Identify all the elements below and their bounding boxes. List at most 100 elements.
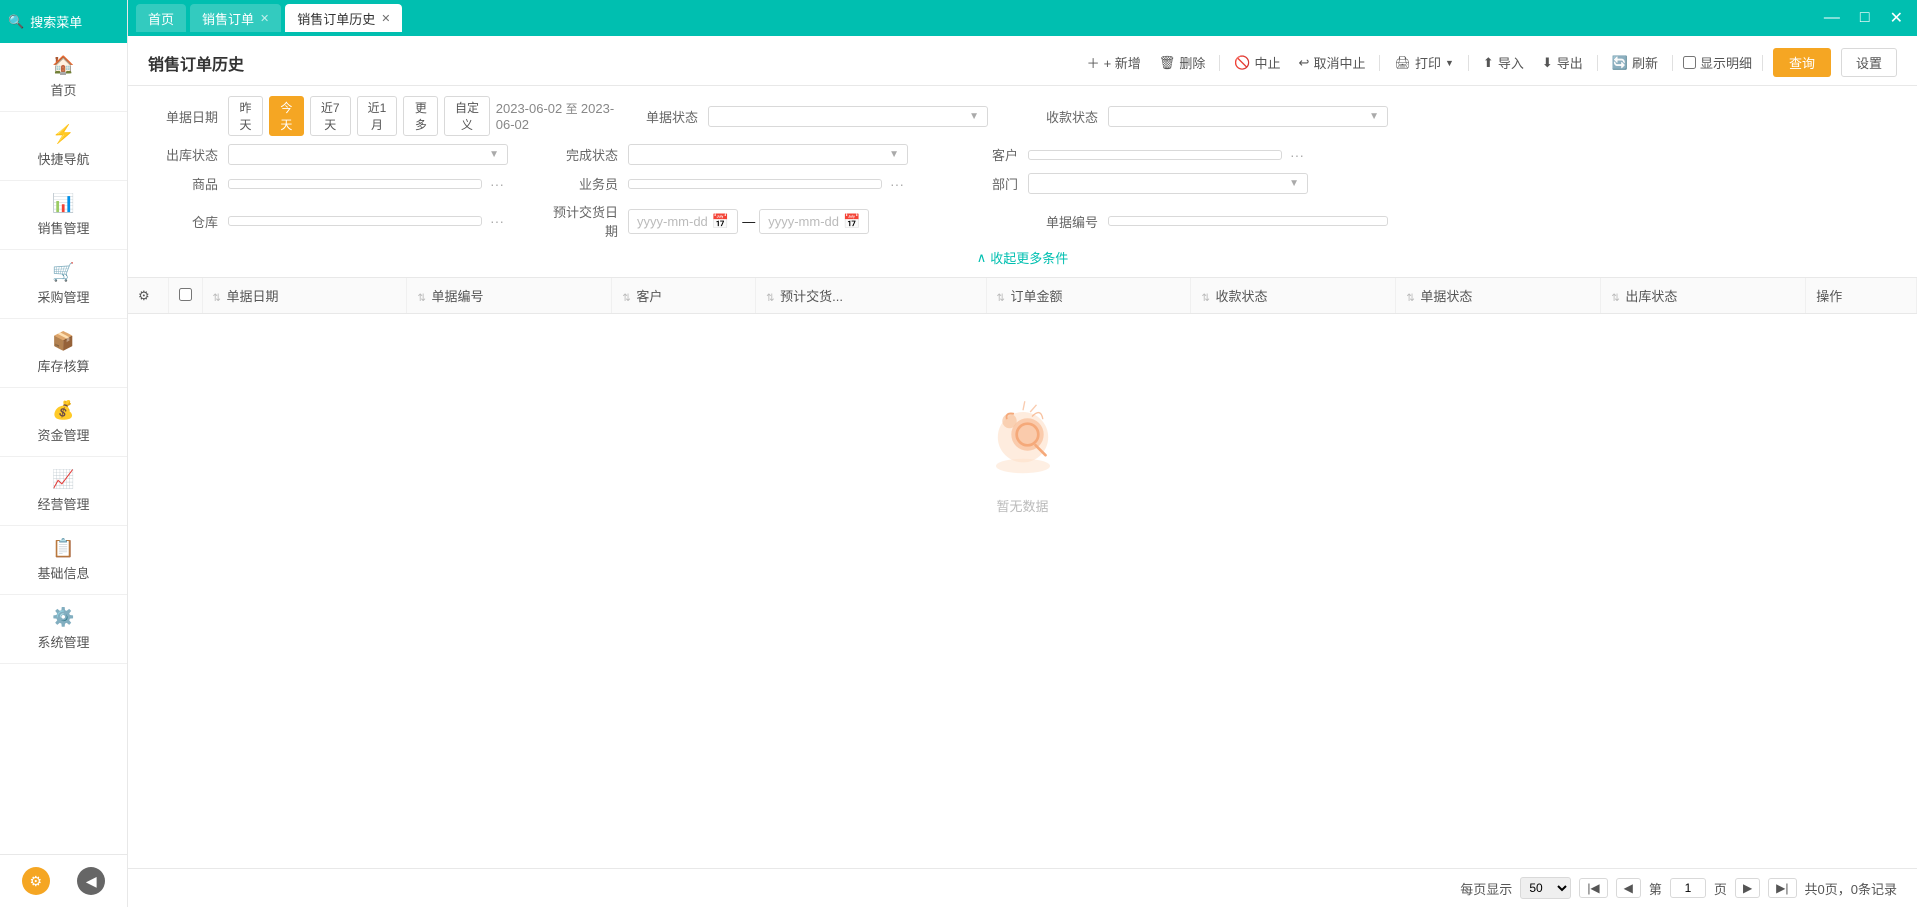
- order-number-input[interactable]: [1108, 216, 1388, 226]
- th-number[interactable]: ⇅ 单据编号: [407, 278, 612, 314]
- outbound-status-select[interactable]: ▼: [228, 144, 508, 165]
- date-yesterday-btn[interactable]: 昨天: [228, 96, 263, 136]
- import-button[interactable]: ⬆ 导入: [1479, 51, 1528, 74]
- print-icon: 🖨: [1394, 55, 1411, 71]
- display-toggle[interactable]: 显示明细: [1683, 53, 1752, 72]
- th-payment-label: 收款状态: [1215, 289, 1267, 304]
- table-area: ⚙ ⇅ 单据日期 ⇅ 单据编号 ⇅ 客户: [128, 278, 1917, 868]
- import-label: 导入: [1498, 53, 1524, 72]
- tab-sales-order-history-close[interactable]: ✕: [381, 12, 390, 25]
- first-page-btn[interactable]: |◀: [1579, 878, 1607, 898]
- collapse-more-btn[interactable]: ∧ 收起更多条件: [148, 248, 1897, 267]
- page-unit: 页: [1714, 879, 1727, 898]
- sort-icon-date: ⇅: [213, 293, 221, 304]
- sort-icon-number: ⇅: [417, 293, 425, 304]
- product-label: 商品: [148, 174, 228, 193]
- collapse-up-icon: ∧: [977, 250, 987, 266]
- payment-status-select[interactable]: ▼: [1108, 106, 1388, 127]
- th-amount[interactable]: ⇅ 订单金额: [986, 278, 1191, 314]
- cancel-stop-icon: ↩: [1299, 55, 1310, 71]
- sidebar-item-finance[interactable]: 💰 资金管理: [0, 388, 127, 457]
- sidebar-item-home[interactable]: 🏠 首页: [0, 43, 127, 112]
- stop-button[interactable]: 🚫 中止: [1230, 51, 1284, 74]
- date-custom-btn[interactable]: 自定义: [444, 96, 489, 136]
- print-button[interactable]: 🖨 打印 ▼: [1390, 51, 1457, 74]
- sidebar-search[interactable]: 🔍 搜索菜单: [0, 0, 127, 43]
- warehouse-input[interactable]: [228, 216, 482, 226]
- order-status-chevron: ▼: [969, 111, 979, 122]
- display-toggle-checkbox[interactable]: [1683, 56, 1696, 69]
- main-area: 首页 销售订单 ✕ 销售订单历史 ✕ — □ ✕ 销售订单历史 ＋ + 新增: [128, 0, 1917, 907]
- per-page-select[interactable]: 50 10 20 100: [1520, 877, 1571, 899]
- new-button[interactable]: ＋ + 新增: [1083, 51, 1145, 74]
- sidebar-settings-btn[interactable]: ⚙: [22, 867, 50, 895]
- sales-icon: 📊: [52, 193, 74, 214]
- order-number-label: 单据编号: [1028, 212, 1108, 231]
- export-button[interactable]: ⬇ 导出: [1538, 51, 1587, 74]
- th-order-status[interactable]: ⇅ 单据状态: [1396, 278, 1601, 314]
- date-1month-btn[interactable]: 近1月: [357, 96, 398, 136]
- filter-area: 单据日期 昨天 今天 近7天 近1月 更多 自定义 2023-06-02 至 2…: [128, 86, 1917, 278]
- order-status-select[interactable]: ▼: [708, 106, 988, 127]
- refresh-button[interactable]: 🔄 刷新: [1608, 51, 1662, 74]
- th-payment-status[interactable]: ⇅ 收款状态: [1191, 278, 1396, 314]
- toolbar-divider6: [1762, 55, 1763, 71]
- window-maximize-btn[interactable]: □: [1854, 7, 1876, 29]
- salesperson-dots-btn[interactable]: ···: [886, 176, 908, 192]
- date-label: 单据日期: [148, 107, 228, 126]
- th-outbound-status[interactable]: ⇅ 出库状态: [1601, 278, 1806, 314]
- th-delivery[interactable]: ⇅ 预计交货...: [756, 278, 986, 314]
- window-close-btn[interactable]: ✕: [1884, 6, 1909, 30]
- sidebar-item-label: 基础信息: [37, 563, 89, 582]
- next-page-btn[interactable]: ▶: [1735, 878, 1760, 898]
- empty-text: 暂无数据: [996, 496, 1048, 515]
- sidebar-collapse-btn[interactable]: ◀: [77, 867, 105, 895]
- expected-delivery-start[interactable]: yyyy-mm-dd 📅: [628, 209, 738, 234]
- warehouse-dots-btn[interactable]: ···: [486, 213, 508, 229]
- sidebar-item-quick-nav[interactable]: ⚡ 快捷导航: [0, 112, 127, 181]
- prev-page-btn[interactable]: ◀: [1616, 878, 1641, 898]
- customer-dots-btn[interactable]: ···: [1286, 147, 1308, 163]
- th-customer[interactable]: ⇅ 客户: [612, 278, 756, 314]
- completion-status-select[interactable]: ▼: [628, 144, 908, 165]
- tab-sales-order-close[interactable]: ✕: [260, 12, 269, 25]
- tab-sales-order-history[interactable]: 销售订单历史 ✕: [285, 4, 402, 32]
- settings-button[interactable]: 设置: [1841, 48, 1897, 77]
- th-outbound-label: 出库状态: [1625, 289, 1677, 304]
- sort-icon-order-status: ⇅: [1406, 293, 1414, 304]
- page-number-input[interactable]: [1670, 878, 1706, 898]
- sidebar-item-sales[interactable]: 📊 销售管理: [0, 181, 127, 250]
- department-select[interactable]: ▼: [1028, 173, 1308, 194]
- sidebar-item-inventory[interactable]: 📦 库存核算: [0, 319, 127, 388]
- product-input[interactable]: [228, 179, 482, 189]
- sidebar-item-operations[interactable]: 📈 经营管理: [0, 457, 127, 526]
- th-date[interactable]: ⇅ 单据日期: [202, 278, 407, 314]
- customer-input[interactable]: [1028, 150, 1282, 160]
- date-7days-btn[interactable]: 近7天: [310, 96, 351, 136]
- date-today-btn[interactable]: 今天: [269, 96, 304, 136]
- product-dots-btn[interactable]: ···: [486, 176, 508, 192]
- date-more-btn[interactable]: 更多: [403, 96, 438, 136]
- new-icon: ＋: [1087, 53, 1100, 72]
- tab-sales-order[interactable]: 销售订单 ✕: [190, 4, 281, 32]
- sidebar-item-basic[interactable]: 📋 基础信息: [0, 526, 127, 595]
- sidebar-item-purchase[interactable]: 🛒 采购管理: [0, 250, 127, 319]
- salesperson-input[interactable]: [628, 179, 882, 189]
- order-status-label: 单据状态: [628, 107, 708, 126]
- filter-row-2: 出库状态 ▼ 完成状态 ▼ 客户 ···: [148, 144, 1897, 165]
- th-amount-label: 订单金额: [1011, 289, 1063, 304]
- tab-home[interactable]: 首页: [136, 4, 186, 32]
- th-settings[interactable]: ⚙: [128, 278, 168, 314]
- expected-delivery-end[interactable]: yyyy-mm-dd 📅: [759, 209, 869, 234]
- cancel-stop-button[interactable]: ↩ 取消中止: [1295, 51, 1370, 74]
- select-all-checkbox[interactable]: [179, 288, 192, 301]
- query-button[interactable]: 查询: [1773, 48, 1831, 77]
- sidebar-item-system[interactable]: ⚙️ 系统管理: [0, 595, 127, 664]
- last-page-btn[interactable]: ▶|: [1768, 878, 1796, 898]
- th-number-label: 单据编号: [431, 289, 483, 304]
- delete-button[interactable]: 🗑 删除: [1155, 51, 1210, 74]
- window-minimize-btn[interactable]: —: [1818, 7, 1846, 29]
- th-checkbox[interactable]: [168, 278, 202, 314]
- delete-label: 删除: [1179, 53, 1205, 72]
- filter-row-1: 单据日期 昨天 今天 近7天 近1月 更多 自定义 2023-06-02 至 2…: [148, 96, 1897, 136]
